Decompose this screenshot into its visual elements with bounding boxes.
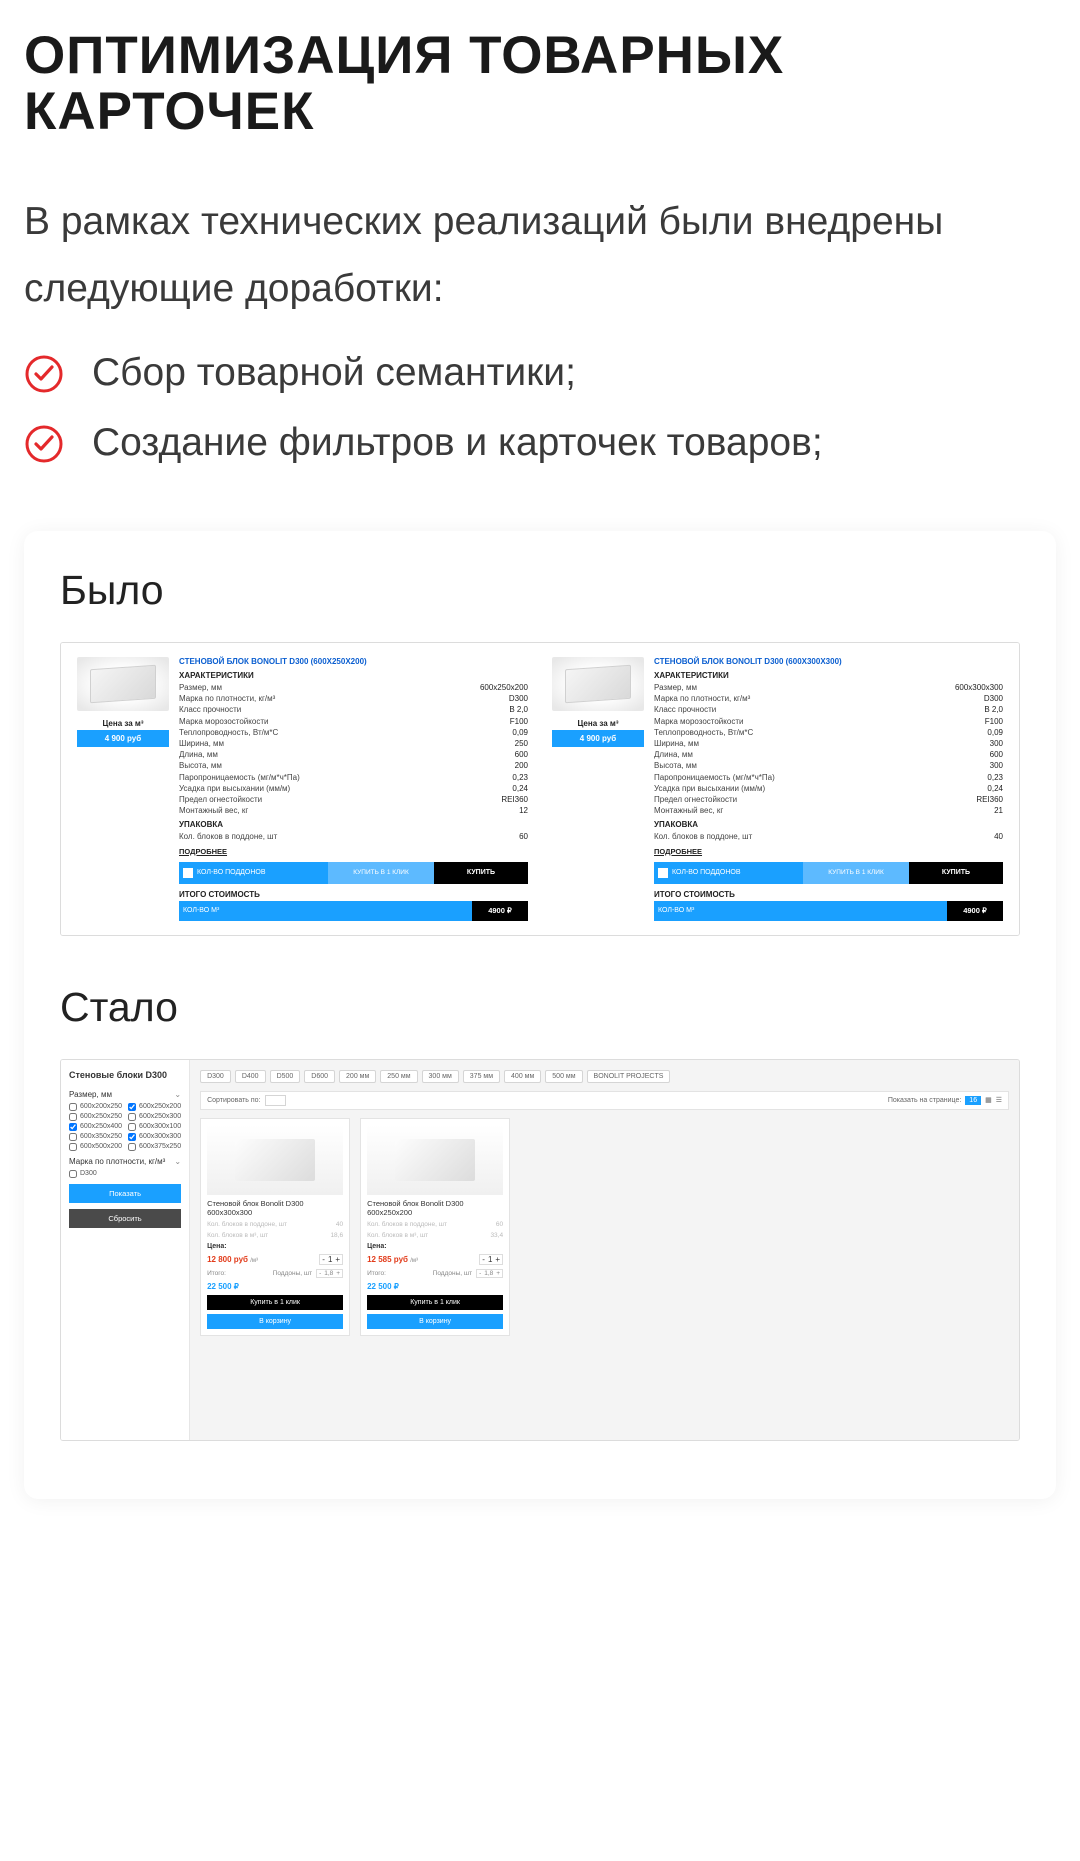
specs-heading: ХАРАКТЕРИСТИКИ [179,671,528,680]
price-label: Цена за м³ [552,719,644,728]
bullet-text: Сбор товарной семантики; [92,340,576,406]
buy-1click-button[interactable]: КУПИТЬ В 1 КЛИК [803,862,909,884]
price-value: 4 900 руб [552,730,644,747]
filter-size-label[interactable]: Размер, мм [69,1090,181,1099]
filter-show-button[interactable]: Показать [69,1184,181,1203]
view-grid-icon[interactable]: ▦ [985,1096,992,1104]
filter-chip[interactable]: D300 [200,1070,231,1083]
filter-chip[interactable]: D400 [235,1070,266,1083]
sort-label: Сортировать по: [207,1097,260,1104]
specs-list: Размер, мм600x250x200Марка по плотности,… [179,682,528,816]
price-value: 4 900 руб [77,730,169,747]
pallet-stepper[interactable]: - 1,8 + [316,1269,343,1278]
comparison-panel: Было Цена за м³ 4 900 руб СТЕНОВОЙ БЛОК … [24,531,1056,1498]
before-screenshot: Цена за м³ 4 900 руб СТЕНОВОЙ БЛОК BONOL… [60,642,1020,935]
filter-size-option[interactable]: 600x250x300 [128,1113,181,1121]
filter-chip[interactable]: D500 [270,1070,301,1083]
filter-density-option[interactable]: D300 [69,1170,122,1178]
price-value: 12 585 руб /м³ [367,1255,418,1264]
filter-chip[interactable]: 375 мм [463,1070,500,1083]
filter-size-option[interactable]: 600x500x200 [69,1143,122,1151]
filter-chip[interactable]: 200 мм [339,1070,376,1083]
add-to-cart-button[interactable]: В корзину [367,1314,503,1329]
pack-heading: УПАКОВКА [179,820,528,829]
per-page-value[interactable]: 16 [965,1096,981,1105]
qty-stepper[interactable]: - 1 + [479,1254,503,1265]
total-price: 22 500 ₽ [367,1282,503,1291]
product-card: Цена за м³ 4 900 руб СТЕНОВОЙ БЛОК BONOL… [77,657,528,920]
filter-reset-button[interactable]: Сбросить [69,1209,181,1228]
intro-text: В рамках технических реализаций были вне… [24,189,1056,322]
specs-list: Размер, мм600x300x300Марка по плотности,… [654,682,1003,816]
buy-button[interactable]: КУПИТЬ [434,862,528,884]
price-label: Цена за м³ [77,719,169,728]
page-heading: ОПТИМИЗАЦИЯ ТОВАРНЫХ КАРТОЧЕК [24,28,1056,139]
filter-chip[interactable]: 300 мм [422,1070,459,1083]
filter-chip[interactable]: BONOLIT PROJECTS [587,1070,671,1083]
pack-list: Кол. блоков в поддоне, шт60 [179,831,528,842]
sort-select[interactable] [265,1095,287,1106]
product-title[interactable]: СТЕНОВОЙ БЛОК BONOLIT D300 (600X300X300) [654,657,1003,667]
filter-chip[interactable]: D600 [304,1070,335,1083]
check-icon [24,424,64,464]
view-list-icon[interactable]: ☰ [996,1096,1002,1104]
product-image[interactable] [367,1125,503,1195]
buy-1click-button[interactable]: Купить в 1 клик [367,1295,503,1310]
filter-size-option[interactable]: 600x300x100 [128,1123,181,1131]
product-name[interactable]: Стеновой блок Bonolit D300 600x250x200 [367,1199,503,1217]
pack-list: Кол. блоков в поддоне, шт40 [654,831,1003,842]
filter-size-option[interactable]: 600x350x250 [69,1133,122,1141]
pallet-stepper[interactable]: - 1,8 + [476,1269,503,1278]
total-sub: КОЛ-ВО М³ [179,901,472,921]
total-sub: КОЛ-ВО М³ [654,901,947,921]
qty-stepper[interactable]: - 1 + [319,1254,343,1265]
add-to-cart-button[interactable]: В корзину [207,1314,343,1329]
price-value: 12 800 руб /м³ [207,1255,258,1264]
more-link[interactable]: ПОДРОБНЕЕ [654,847,1003,856]
filter-size-option[interactable]: 600x250x250 [69,1113,122,1121]
filter-size-option[interactable]: 600x375x250 [128,1143,181,1151]
total-label: ИТОГО СТОИМОСТЬ [179,890,528,899]
total-price: 4900 ₽ [472,901,528,921]
product-image [552,657,644,711]
more-link[interactable]: ПОДРОБНЕЕ [179,847,528,856]
product-card: Стеновой блок Bonolit D300 600x250x200 К… [360,1118,510,1336]
total-price: 4900 ₽ [947,901,1003,921]
filter-size-option[interactable]: 600x200x250 [69,1103,122,1111]
catalog-heading: Стеновые блоки D300 [69,1070,181,1080]
buy-1click-button[interactable]: КУПИТЬ В 1 КЛИК [328,862,434,884]
qty-pallets[interactable]: КОЛ-ВО ПОДДОНОВ [654,862,803,884]
filter-density-label[interactable]: Марка по плотности, кг/м³ [69,1157,181,1166]
product-name[interactable]: Стеновой блок Bonolit D300 600x300x300 [207,1199,343,1217]
specs-heading: ХАРАКТЕРИСТИКИ [654,671,1003,680]
total-label: ИТОГО СТОИМОСТЬ [654,890,1003,899]
after-screenshot: Стеновые блоки D300 Размер, мм 600x200x2… [60,1059,1020,1441]
filter-chip[interactable]: 500 мм [545,1070,582,1083]
bullet-text: Создание фильтров и карточек товаров; [92,410,823,476]
product-image[interactable] [207,1125,343,1195]
bullet-list: Сбор товарной семантики; Создание фильтр… [24,340,1056,477]
buy-button[interactable]: КУПИТЬ [909,862,1003,884]
product-image [77,657,169,711]
filter-size-option[interactable]: 600x250x400 [69,1123,122,1131]
total-price: 22 500 ₽ [207,1282,343,1291]
filter-chip[interactable]: 250 мм [380,1070,417,1083]
filter-chip[interactable]: 400 мм [504,1070,541,1083]
buy-1click-button[interactable]: Купить в 1 клик [207,1295,343,1310]
before-title: Было [60,567,1020,614]
filter-size-option[interactable]: 600x250x200 [128,1103,181,1111]
after-title: Стало [60,984,1020,1031]
filter-size-option[interactable]: 600x300x300 [128,1133,181,1141]
price-label: Цена: [367,1243,503,1250]
pack-heading: УПАКОВКА [654,820,1003,829]
per-page-label: Показать на странице: [888,1097,961,1104]
product-title[interactable]: СТЕНОВОЙ БЛОК BONOLIT D300 (600X250X200) [179,657,528,667]
qty-pallets[interactable]: КОЛ-ВО ПОДДОНОВ [179,862,328,884]
product-card: Стеновой блок Bonolit D300 600x300x300 К… [200,1118,350,1336]
product-card: Цена за м³ 4 900 руб СТЕНОВОЙ БЛОК BONOL… [552,657,1003,920]
price-label: Цена: [207,1243,343,1250]
check-icon [24,354,64,394]
